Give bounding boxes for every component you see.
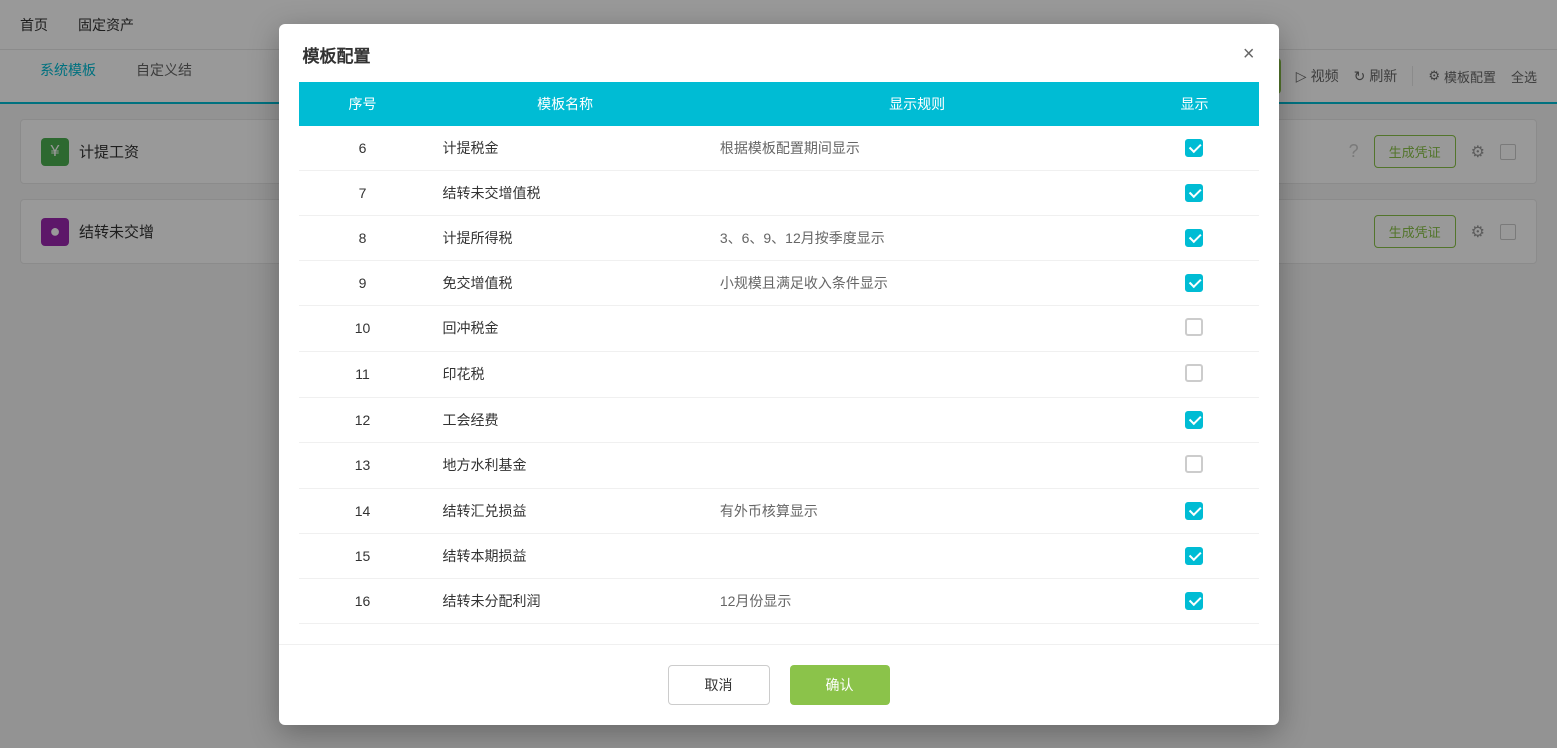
cell-rule: [704, 305, 1131, 351]
row-checkbox-7[interactable]: [1185, 455, 1203, 473]
cell-rule: [704, 442, 1131, 488]
table-row: 13地方水利基金: [299, 442, 1259, 488]
row-checkbox-0[interactable]: [1185, 139, 1203, 157]
table-row: 12工会经费: [299, 397, 1259, 442]
cell-seq: 6: [299, 126, 427, 171]
row-checkbox-5[interactable]: [1185, 364, 1203, 382]
cell-display: [1130, 170, 1258, 215]
row-checkbox-4[interactable]: [1185, 318, 1203, 336]
cancel-button[interactable]: 取消: [668, 665, 770, 705]
modal-body: 序号 模板名称 显示规则 显示 6计提税金根据模板配置期间显示7结转未交增值税8…: [279, 82, 1279, 644]
row-checkbox-1[interactable]: [1185, 184, 1203, 202]
cell-display: [1130, 126, 1258, 171]
cell-name: 印花税: [427, 351, 704, 397]
cell-display: [1130, 397, 1258, 442]
table-row: 6计提税金根据模板配置期间显示: [299, 126, 1259, 171]
cell-name: 结转本期损益: [427, 533, 704, 578]
modal-overlay[interactable]: 模板配置 × 序号 模板名称 显示规则 显示 6计提税金根据模板配置期间显示7结…: [0, 0, 1557, 748]
table-row: 15结转本期损益: [299, 533, 1259, 578]
cell-seq: 8: [299, 215, 427, 260]
col-name: 模板名称: [427, 82, 704, 126]
table-row: 16结转未分配利润12月份显示: [299, 578, 1259, 623]
cell-rule: 有外币核算显示: [704, 488, 1131, 533]
cell-name: 免交增值税: [427, 260, 704, 305]
table-row: 9免交增值税小规模且满足收入条件显示: [299, 260, 1259, 305]
cell-seq: 7: [299, 170, 427, 215]
row-checkbox-8[interactable]: [1185, 502, 1203, 520]
modal-title: 模板配置: [303, 42, 371, 67]
cell-seq: 10: [299, 305, 427, 351]
cell-seq: 12: [299, 397, 427, 442]
cell-rule: 根据模板配置期间显示: [704, 126, 1131, 171]
modal-template-config: 模板配置 × 序号 模板名称 显示规则 显示 6计提税金根据模板配置期间显示7结…: [279, 24, 1279, 725]
modal-close-button[interactable]: ×: [1243, 44, 1255, 64]
cell-display: [1130, 533, 1258, 578]
cell-seq: 15: [299, 533, 427, 578]
table-row: 10回冲税金: [299, 305, 1259, 351]
cell-display: [1130, 305, 1258, 351]
table-head: 序号 模板名称 显示规则 显示: [299, 82, 1259, 126]
cell-display: [1130, 488, 1258, 533]
cell-display: [1130, 442, 1258, 488]
cell-rule: 小规模且满足收入条件显示: [704, 260, 1131, 305]
cell-name: 计提税金: [427, 126, 704, 171]
table-row: 11印花税: [299, 351, 1259, 397]
col-rule: 显示规则: [704, 82, 1131, 126]
cell-name: 计提所得税: [427, 215, 704, 260]
modal-header: 模板配置 ×: [279, 24, 1279, 82]
cell-rule: [704, 397, 1131, 442]
cell-seq: 16: [299, 578, 427, 623]
cell-display: [1130, 351, 1258, 397]
cell-seq: 14: [299, 488, 427, 533]
cell-display: [1130, 578, 1258, 623]
table-body: 6计提税金根据模板配置期间显示7结转未交增值税8计提所得税3、6、9、12月按季…: [299, 126, 1259, 624]
row-checkbox-10[interactable]: [1185, 592, 1203, 610]
table-row: 14结转汇兑损益有外币核算显示: [299, 488, 1259, 533]
table-header-row: 序号 模板名称 显示规则 显示: [299, 82, 1259, 126]
cell-name: 结转未交增值税: [427, 170, 704, 215]
col-seq: 序号: [299, 82, 427, 126]
row-checkbox-9[interactable]: [1185, 547, 1203, 565]
row-checkbox-2[interactable]: [1185, 229, 1203, 247]
row-checkbox-6[interactable]: [1185, 411, 1203, 429]
cell-name: 地方水利基金: [427, 442, 704, 488]
table-row: 8计提所得税3、6、9、12月按季度显示: [299, 215, 1259, 260]
row-checkbox-3[interactable]: [1185, 274, 1203, 292]
cell-rule: [704, 351, 1131, 397]
cell-seq: 11: [299, 351, 427, 397]
cell-display: [1130, 215, 1258, 260]
modal-footer: 取消 确认: [279, 644, 1279, 725]
cell-seq: 13: [299, 442, 427, 488]
cell-rule: 3、6、9、12月按季度显示: [704, 215, 1131, 260]
cell-name: 工会经费: [427, 397, 704, 442]
cell-rule: 12月份显示: [704, 578, 1131, 623]
col-display: 显示: [1130, 82, 1258, 126]
confirm-button[interactable]: 确认: [790, 665, 890, 705]
cell-rule: [704, 170, 1131, 215]
cell-name: 结转汇兑损益: [427, 488, 704, 533]
cell-name: 结转未分配利润: [427, 578, 704, 623]
config-table: 序号 模板名称 显示规则 显示 6计提税金根据模板配置期间显示7结转未交增值税8…: [299, 82, 1259, 624]
cell-rule: [704, 533, 1131, 578]
cell-seq: 9: [299, 260, 427, 305]
cell-name: 回冲税金: [427, 305, 704, 351]
cell-display: [1130, 260, 1258, 305]
table-row: 7结转未交增值税: [299, 170, 1259, 215]
